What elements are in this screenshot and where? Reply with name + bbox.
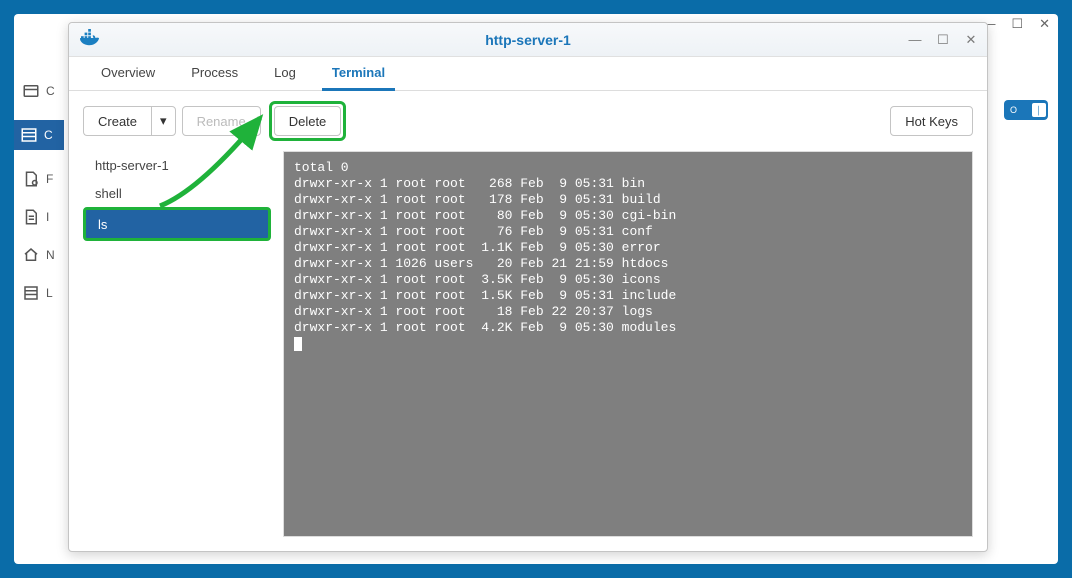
- tab-terminal[interactable]: Terminal: [314, 56, 403, 90]
- maximize-icon[interactable]: ☐: [935, 32, 951, 48]
- toggle-on-label: O: [1010, 105, 1017, 115]
- sidebar-item-label: C: [46, 84, 55, 98]
- session-item-shell[interactable]: shell: [83, 179, 271, 207]
- docker-icon: [79, 29, 101, 50]
- bg-close-icon[interactable]: ✕: [1039, 16, 1050, 32]
- chevron-down-icon: ▾: [160, 113, 167, 129]
- session-item-ls[interactable]: ls: [83, 207, 271, 241]
- modal-tabs: Overview Process Log Terminal: [69, 57, 987, 91]
- sidebar-item-label: I: [46, 210, 49, 224]
- modal-titlebar: http-server-1 — ☐ ✕: [69, 23, 987, 57]
- toggle-handle: │: [1032, 103, 1046, 117]
- session-item-http-server-1[interactable]: http-server-1: [83, 151, 271, 179]
- terminal-text: total 0 drwxr-xr-x 1 root root 268 Feb 9…: [294, 160, 676, 335]
- sidebar-item-5[interactable]: L: [22, 284, 56, 302]
- bg-maximize-icon[interactable]: ☐: [1011, 16, 1023, 32]
- create-dropdown-toggle[interactable]: ▾: [151, 106, 176, 136]
- container-details-modal: http-server-1 — ☐ ✕ Overview Process Log…: [68, 22, 988, 552]
- tab-overview[interactable]: Overview: [83, 56, 173, 90]
- sidebar-item-4[interactable]: N: [22, 246, 56, 264]
- create-button[interactable]: Create: [83, 106, 151, 136]
- bg-running-toggle[interactable]: O │: [1004, 100, 1048, 120]
- sidebar-item-2[interactable]: F: [22, 170, 56, 188]
- delete-highlight-box: Delete: [269, 101, 347, 141]
- terminal-toolbar: Create ▾ Rename Delete Hot Keys: [69, 91, 987, 151]
- terminal-session-list: http-server-1 shell ls: [83, 151, 271, 537]
- create-split-button: Create ▾: [83, 106, 176, 136]
- sidebar-item-label: F: [46, 172, 53, 186]
- sidebar-item-1[interactable]: C: [14, 120, 64, 150]
- terminal-output[interactable]: total 0 drwxr-xr-x 1 root root 268 Feb 9…: [283, 151, 973, 537]
- terminal-cursor: [294, 337, 302, 351]
- rename-button[interactable]: Rename: [182, 106, 261, 136]
- bg-sidebar: C C F I N L: [14, 70, 64, 314]
- sidebar-item-label: L: [46, 286, 53, 300]
- sidebar-item-3[interactable]: I: [22, 208, 56, 226]
- tab-log[interactable]: Log: [256, 56, 314, 90]
- modal-title: http-server-1: [69, 32, 987, 48]
- minimize-icon[interactable]: —: [907, 32, 923, 48]
- delete-button[interactable]: Delete: [274, 106, 342, 136]
- sidebar-item-0[interactable]: C: [22, 82, 56, 100]
- close-icon[interactable]: ✕: [963, 32, 979, 48]
- hotkeys-button[interactable]: Hot Keys: [890, 106, 973, 136]
- sidebar-item-label: C: [44, 128, 53, 142]
- sidebar-item-label: N: [46, 248, 55, 262]
- tab-process[interactable]: Process: [173, 56, 256, 90]
